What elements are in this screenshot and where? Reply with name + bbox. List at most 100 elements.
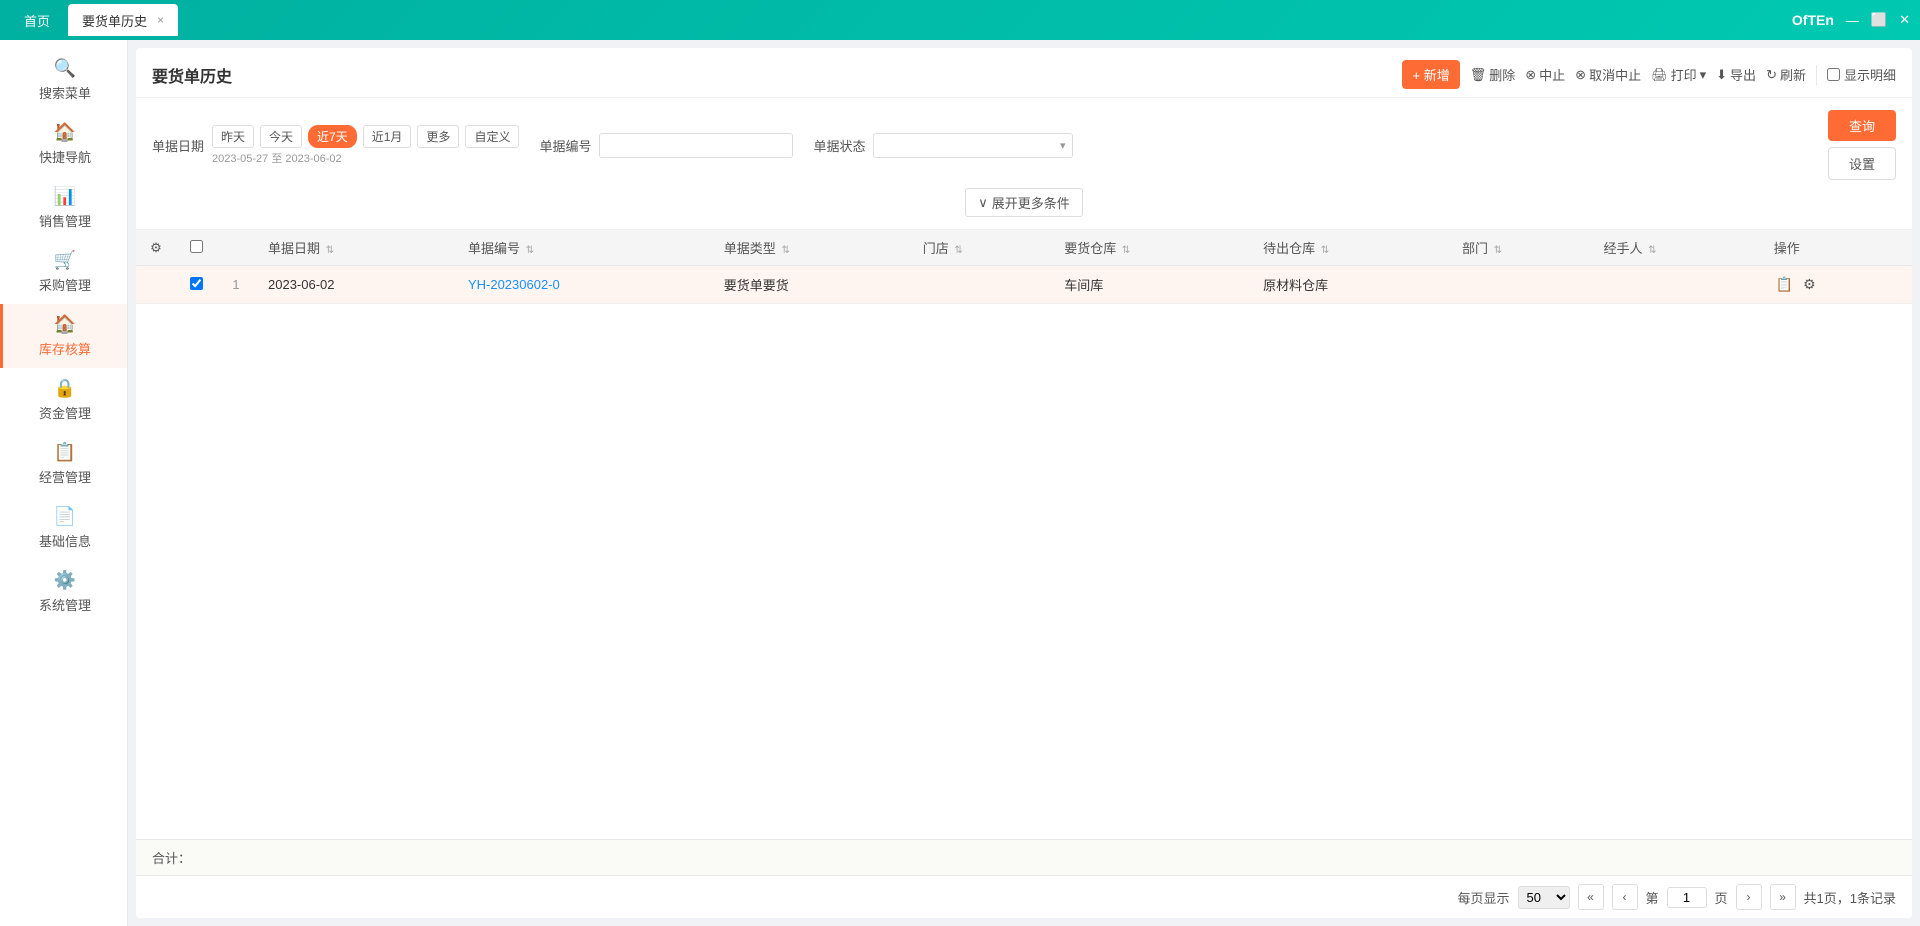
filter-settings-button[interactable]: 设置 [1828,147,1896,180]
date-filter-label: 单据日期 [152,136,204,155]
row-docno-cell[interactable]: YH-20230602-0 [456,266,712,304]
export-button[interactable]: ⬇ 导出 [1716,65,1756,84]
sidebar-item-operations-label: 经营管理 [39,467,91,486]
table-row: 1 2023-06-02 YH-20230602-0 要货单要货 车间库 原材料… [136,266,1912,304]
print-button[interactable]: 🖨 打印 ▾ [1651,65,1706,84]
window-minimize-icon[interactable]: — [1846,13,1859,28]
per-page-label: 每页显示 [1457,888,1509,907]
refresh-label: 刷新 [1780,65,1806,84]
print-icon: 🖨 [1651,67,1668,83]
window-maximize-icon[interactable]: ⬜ [1871,12,1887,28]
status-filter-group: 单据状态 ▾ [813,133,1073,158]
col-pendingwarehouse[interactable]: 待出仓库 ⇅ [1251,230,1450,266]
col-docdate[interactable]: 单据日期 ⇅ [256,230,456,266]
sidebar-item-search[interactable]: 🔍 搜索菜单 [0,48,127,112]
row-checkbox-cell[interactable] [176,266,216,304]
filter-row: 单据日期 昨天 今天 近7天 近1月 更多 自定义 2023-05-27 至 2… [152,110,1896,180]
sidebar-item-basic[interactable]: 📄 基础信息 [0,496,127,560]
page-input[interactable] [1667,887,1707,908]
col-store-label: 门店 [923,241,949,256]
page-size-select[interactable]: 50 20 100 200 [1518,886,1570,909]
next-page-button[interactable]: › [1736,884,1762,910]
date-filter-group: 单据日期 昨天 今天 近7天 近1月 更多 自定义 2023-05-27 至 2… [152,125,519,166]
row-edit-icon[interactable]: 📋 [1774,274,1795,295]
col-settings[interactable]: ⚙ [136,230,176,266]
top-bar: 首页 要货单历史 × OfTEn — ⬜ ✕ [0,0,1920,40]
print-label: 打印 [1671,65,1697,84]
clipboard-icon: 📋 [54,442,76,463]
tab-home-label: 首页 [24,11,50,30]
col-pendingwarehouse-label: 待出仓库 [1263,241,1315,256]
row-checkbox[interactable] [190,277,203,290]
col-docdate-label: 单据日期 [268,241,320,256]
delete-button[interactable]: 🗑 删除 [1470,65,1516,84]
col-reqwarehouse[interactable]: 要货仓库 ⇅ [1052,230,1251,266]
col-docno[interactable]: 单据编号 ⇅ [456,230,712,266]
date-btn-yesterday[interactable]: 昨天 [212,125,254,148]
cancel-suspend-button[interactable]: ⊗ 取消中止 [1575,65,1641,84]
sidebar-item-sales[interactable]: 📊 销售管理 [0,176,127,240]
cancel-suspend-icon: ⊗ [1575,67,1586,83]
col-doctype[interactable]: 单据类型 ⇅ [712,230,911,266]
sidebar-item-purchase[interactable]: 🛒 采购管理 [0,240,127,304]
date-btn-1month[interactable]: 近1月 [363,125,412,148]
page-label: 第 [1646,888,1659,907]
sort-store-icon: ⇅ [954,245,962,256]
row-pendingwarehouse-cell: 原材料仓库 [1251,266,1450,304]
row-delete-icon[interactable]: ⚙ [1801,274,1818,295]
cancel-suspend-label: 取消中止 [1589,65,1641,84]
sidebar-item-inventory[interactable]: 🏠 库存核算 [0,304,127,368]
window-close-icon[interactable]: ✕ [1899,12,1910,28]
date-range-display: 2023-05-27 至 2023-06-02 [212,150,519,166]
sidebar-item-finance[interactable]: 🔒 资金管理 [0,368,127,432]
date-btn-custom[interactable]: 自定义 [465,125,519,148]
table-footer: 合计： [136,839,1912,875]
docno-filter-input[interactable] [599,133,793,158]
row-settings-cell [136,266,176,304]
new-button[interactable]: + 新增 [1402,60,1459,89]
col-handler[interactable]: 经手人 ⇅ [1592,230,1762,266]
refresh-button[interactable]: ↻ 刷新 [1766,65,1806,84]
col-department[interactable]: 部门 ⇅ [1450,230,1591,266]
date-btn-more[interactable]: 更多 [417,125,459,148]
row-handler-cell [1592,266,1762,304]
date-btn-today[interactable]: 今天 [260,125,302,148]
row-department-cell [1450,266,1591,304]
date-btn-7days[interactable]: 近7天 [308,125,357,148]
status-filter-select[interactable] [873,133,1073,158]
query-button[interactable]: 查询 [1828,110,1896,141]
docno-filter-label: 单据编号 [539,136,591,155]
sort-department-icon: ⇅ [1494,245,1502,256]
sort-doctype-icon: ⇅ [781,245,789,256]
chart-icon: 📊 [54,186,76,207]
display-detail-checkbox[interactable] [1827,68,1840,81]
docno-filter-group: 单据编号 [539,133,793,158]
expand-filters-button[interactable]: ∨ 展开更多条件 [965,188,1083,217]
sidebar-item-system[interactable]: ⚙️ 系统管理 [0,560,127,624]
col-store[interactable]: 门店 ⇅ [911,230,1052,266]
first-page-button[interactable]: « [1578,884,1604,910]
sidebar-item-inventory-label: 库存核算 [39,339,91,358]
last-page-button[interactable]: » [1770,884,1796,910]
col-reqwarehouse-label: 要货仓库 [1064,241,1116,256]
main-layout: 🔍 搜索菜单 🏠 快捷导航 📊 销售管理 🛒 采购管理 🏠 库存核算 🔒 资金管… [0,40,1920,926]
prev-page-button[interactable]: ‹ [1612,884,1638,910]
sidebar-item-operations[interactable]: 📋 经营管理 [0,432,127,496]
document-icon: 📄 [54,506,76,527]
col-checkbox [176,230,216,266]
col-handler-label: 经手人 [1604,241,1643,256]
brand-label: OfTEn [1792,12,1834,28]
sidebar-item-purchase-label: 采购管理 [39,275,91,294]
suspend-button[interactable]: ⊗ 中止 [1525,65,1565,84]
row-docno-link[interactable]: YH-20230602-0 [468,277,560,292]
tab-requisition-history[interactable]: 要货单历史 × [68,4,178,36]
select-all-checkbox[interactable] [190,240,203,253]
tab-close-icon[interactable]: × [157,13,164,27]
row-index-cell: 1 [216,266,256,304]
date-buttons-row: 昨天 今天 近7天 近1月 更多 自定义 [212,125,519,148]
sidebar-item-shortcut[interactable]: 🏠 快捷导航 [0,112,127,176]
home-icon: 🏠 [54,122,76,143]
tab-home[interactable]: 首页 [10,4,64,36]
refresh-icon: ↻ [1766,67,1777,83]
sort-docdate-icon: ⇅ [326,245,334,256]
